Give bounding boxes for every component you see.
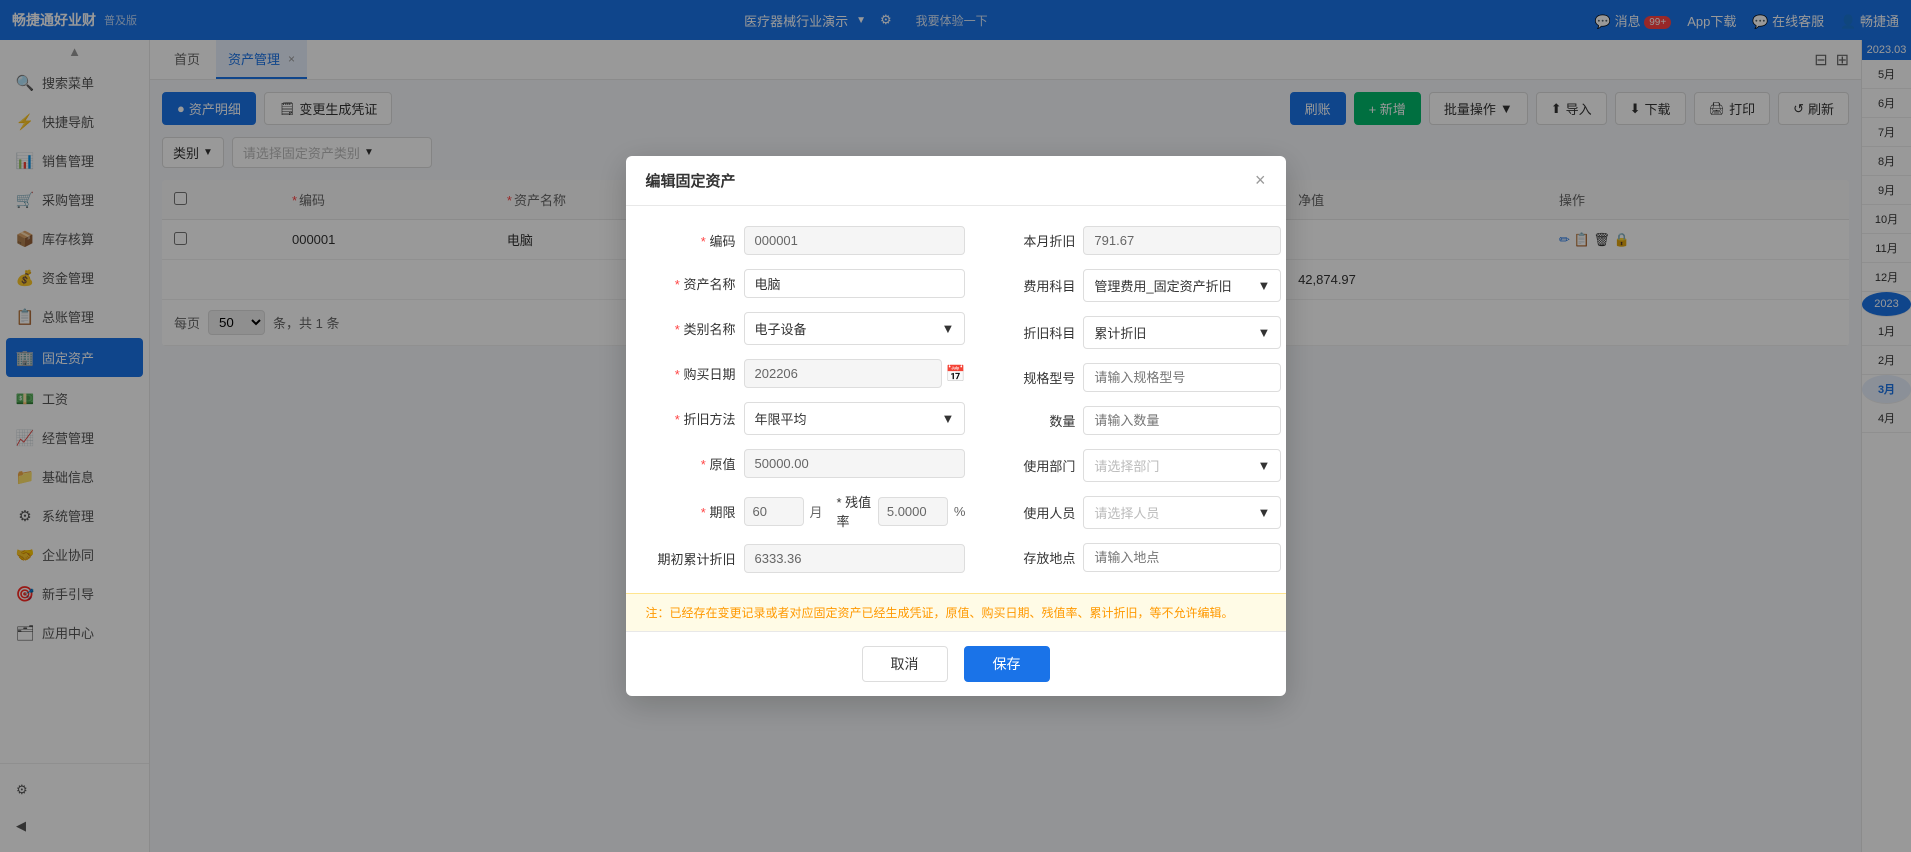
calendar-icon[interactable]: 📅 bbox=[946, 364, 966, 384]
code-label: 编码 bbox=[709, 234, 735, 249]
location-input[interactable] bbox=[1083, 543, 1281, 572]
depreciation-subject-select[interactable]: 累计折旧 ▼ bbox=[1083, 316, 1281, 349]
personnel-select[interactable]: 请选择人员 ▼ bbox=[1083, 496, 1281, 529]
department-select[interactable]: 请选择部门 ▼ bbox=[1083, 449, 1281, 482]
edit-asset-modal: 编辑固定资产 × * 编码 * 资产名称 * 类别名称 电子设备 ▼ bbox=[626, 156, 1286, 696]
original-value-input[interactable] bbox=[744, 449, 966, 478]
expense-subject-label: 费用科目 bbox=[985, 276, 1075, 295]
asset-name-label: 资产名称 bbox=[683, 277, 735, 292]
modal-title: 编辑固定资产 bbox=[646, 170, 736, 191]
cancel-button[interactable]: 取消 bbox=[862, 646, 948, 682]
modal-note-text: 注：已经存在变更记录或者对应固定资产已经生成凭证，原值、购买日期、残值率、累计折… bbox=[646, 606, 1234, 620]
period-label: 期限 bbox=[709, 505, 735, 520]
quantity-label: 数量 bbox=[985, 411, 1075, 430]
residual-rate-unit: % bbox=[954, 504, 966, 519]
depr-subject-dropdown-icon: ▼ bbox=[1258, 325, 1271, 340]
quantity-input[interactable] bbox=[1083, 406, 1281, 435]
purchase-date-label: 购买日期 bbox=[683, 367, 735, 382]
category-dropdown-icon: ▼ bbox=[942, 321, 955, 336]
initial-depreciation-input[interactable] bbox=[744, 544, 966, 573]
category-name-label: 类别名称 bbox=[683, 322, 735, 337]
spec-label: 规格型号 bbox=[985, 368, 1075, 387]
expense-dropdown-icon: ▼ bbox=[1258, 278, 1271, 293]
department-label: 使用部门 bbox=[985, 456, 1075, 475]
personnel-label: 使用人员 bbox=[985, 503, 1075, 522]
initial-depreciation-label: 期初累计折旧 bbox=[646, 549, 736, 568]
modal-close-btn[interactable]: × bbox=[1255, 170, 1266, 191]
depreciation-subject-label: 折旧科目 bbox=[985, 323, 1075, 342]
method-dropdown-icon: ▼ bbox=[942, 411, 955, 426]
period-input[interactable] bbox=[744, 497, 804, 526]
category-select[interactable]: 电子设备 ▼ bbox=[744, 312, 966, 345]
period-unit: 月 bbox=[810, 502, 823, 521]
department-dropdown-icon: ▼ bbox=[1258, 458, 1271, 473]
depreciation-method-select[interactable]: 年限平均 ▼ bbox=[744, 402, 966, 435]
asset-name-input[interactable] bbox=[744, 269, 966, 298]
expense-subject-select[interactable]: 管理费用_固定资产折旧 ▼ bbox=[1083, 269, 1281, 302]
purchase-date-input[interactable] bbox=[744, 359, 942, 388]
residual-rate-label: * 残值率 bbox=[837, 492, 872, 530]
monthly-depreciation-input bbox=[1083, 226, 1281, 255]
code-input[interactable] bbox=[744, 226, 966, 255]
spec-input[interactable] bbox=[1083, 363, 1281, 392]
depreciation-method-label: 折旧方法 bbox=[683, 412, 735, 427]
save-button[interactable]: 保存 bbox=[964, 646, 1050, 682]
monthly-depreciation-label: 本月折旧 bbox=[985, 231, 1075, 250]
personnel-dropdown-icon: ▼ bbox=[1258, 505, 1271, 520]
residual-rate-input[interactable] bbox=[878, 497, 948, 526]
original-value-label: 原值 bbox=[709, 457, 735, 472]
modal-overlay: 编辑固定资产 × * 编码 * 资产名称 * 类别名称 电子设备 ▼ bbox=[0, 0, 1911, 852]
location-label: 存放地点 bbox=[985, 548, 1075, 567]
